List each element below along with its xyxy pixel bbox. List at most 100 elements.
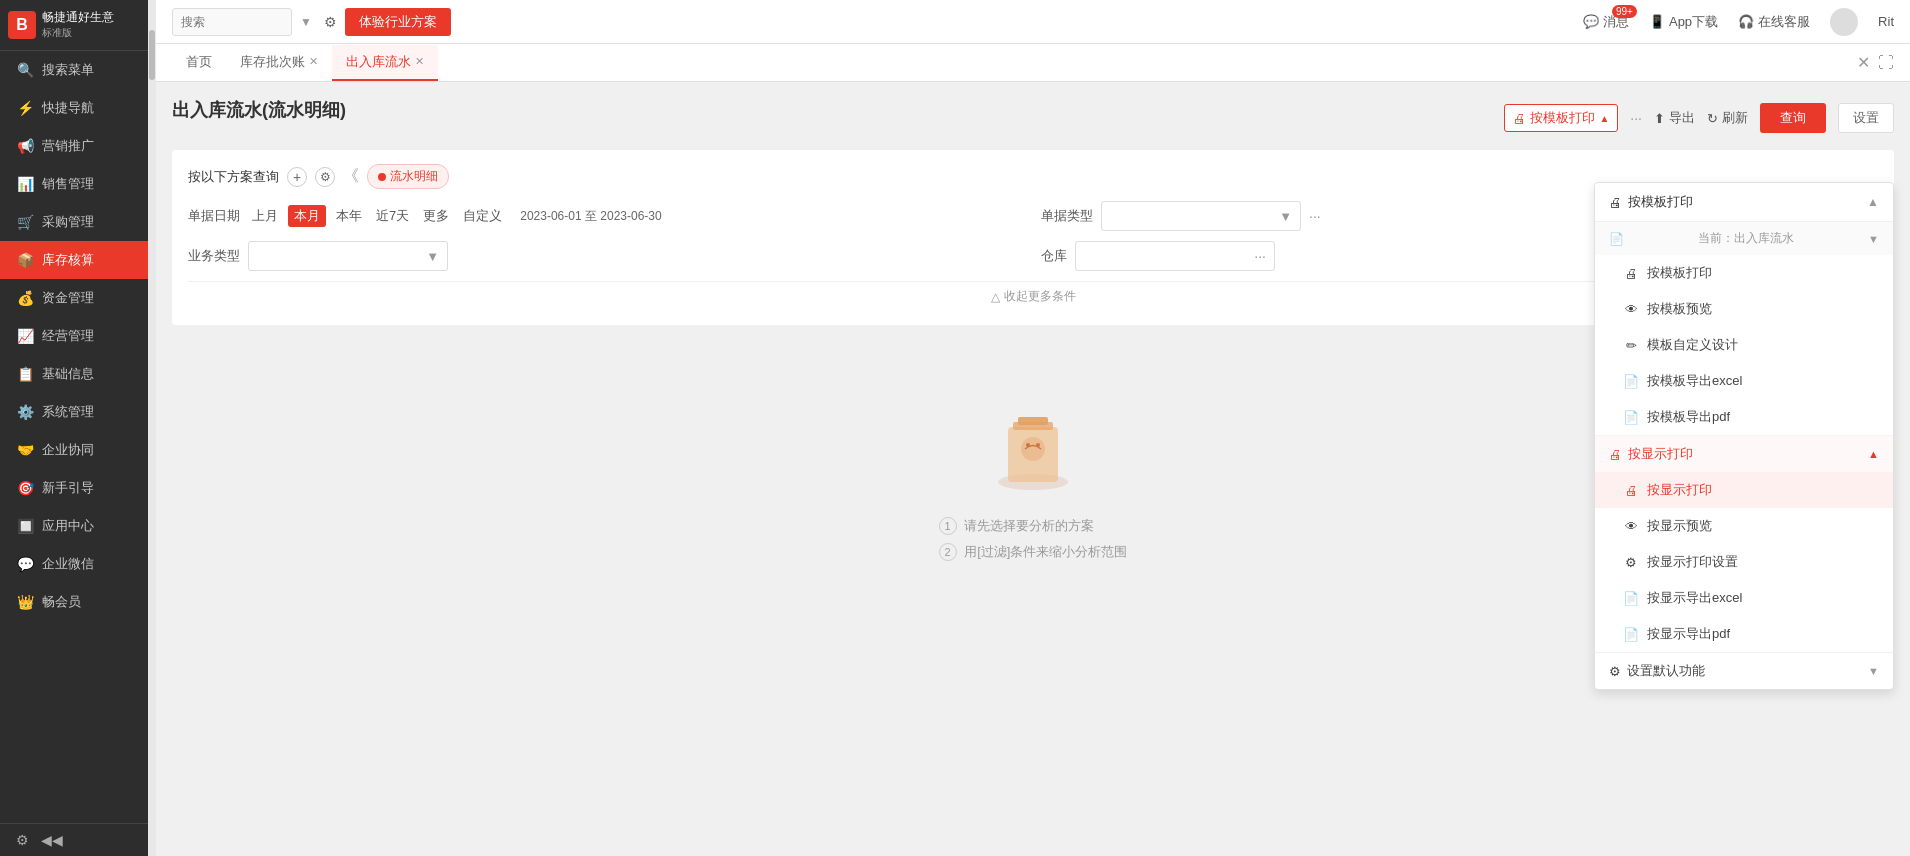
tab-home[interactable]: 首页: [172, 45, 226, 81]
app-title-group: 畅捷通好生意 标准版: [42, 10, 114, 40]
settings-btn[interactable]: 设置: [1838, 103, 1894, 133]
sidebar-settings-icon[interactable]: ⚙: [16, 832, 29, 848]
user-name: Rit: [1878, 14, 1894, 29]
warehouse-more-icon[interactable]: ···: [1254, 248, 1266, 264]
query-btn[interactable]: 查询: [1760, 103, 1826, 133]
display-pdf-icon: 📄: [1623, 626, 1639, 642]
app-download-icon: 📱: [1649, 14, 1665, 29]
dropdown-item-display-export-pdf[interactable]: 📄 按显示导出pdf: [1595, 616, 1893, 652]
filter-business-type-field: 业务类型 ▼: [188, 241, 1025, 271]
dropdown-footer-label: 设置默认功能: [1627, 662, 1705, 680]
template-print-label: 按模板打印: [1647, 264, 1712, 282]
sidebar-item-label: 库存核算: [42, 251, 94, 269]
refresh-icon: ↻: [1707, 111, 1718, 126]
print-template-btn[interactable]: 🖨 按模板打印 ▲: [1504, 104, 1618, 132]
date-option-custom[interactable]: 自定义: [459, 205, 506, 227]
message-btn[interactable]: 💬 消息 99+: [1583, 13, 1629, 31]
dropdown-template-title: 🖨 按模板打印: [1609, 193, 1693, 211]
dropdown-item-display-export-excel[interactable]: 📄 按显示导出excel: [1595, 580, 1893, 616]
refresh-btn[interactable]: ↻ 刷新: [1707, 109, 1748, 127]
footer-arrow: ▼: [1868, 665, 1879, 677]
tab-flow[interactable]: 出入库流水 ✕: [332, 45, 438, 81]
search-icon: 🔍: [16, 61, 34, 79]
sidebar-item-operation[interactable]: 📈 经营管理: [0, 317, 148, 355]
dropdown-display-title: 🖨 按显示打印: [1609, 445, 1693, 463]
sidebar-item-sales[interactable]: 📊 销售管理: [0, 165, 148, 203]
topbar-search-dropdown-icon[interactable]: ▼: [300, 15, 312, 29]
online-service-btn[interactable]: 🎧 在线客服: [1738, 13, 1810, 31]
sidebar-item-enterprise[interactable]: 🤝 企业协同: [0, 431, 148, 469]
sidebar-item-purchase[interactable]: 🛒 采购管理: [0, 203, 148, 241]
tab-batch-close-icon[interactable]: ✕: [309, 55, 318, 68]
filter-doc-type-label: 单据类型: [1041, 207, 1093, 225]
filter-doc-type-select[interactable]: ▼: [1101, 201, 1301, 231]
dropdown-footer[interactable]: ⚙ 设置默认功能 ▼: [1595, 652, 1893, 689]
date-option-prev-month[interactable]: 上月: [248, 205, 282, 227]
tabs-bar: 首页 库存批次账 ✕ 出入库流水 ✕ ✕ ⛶: [156, 44, 1910, 82]
filter-business-type-select[interactable]: ▼: [248, 241, 448, 271]
template-customize-icon: ✏: [1623, 337, 1639, 353]
sidebar-item-system[interactable]: ⚙️ 系统管理: [0, 393, 148, 431]
dropdown-item-display-print-settings[interactable]: ⚙ 按显示打印设置: [1595, 544, 1893, 580]
basic-icon: 📋: [16, 365, 34, 383]
filter-add-btn[interactable]: +: [287, 167, 307, 187]
sidebar-scrollbar[interactable]: [148, 0, 156, 856]
sidebar-item-member[interactable]: 👑 畅会员: [0, 583, 148, 621]
dropdown-item-template-customize[interactable]: ✏ 模板自定义设计: [1595, 327, 1893, 363]
display-print-settings-label: 按显示打印设置: [1647, 553, 1738, 571]
tab-flow-close-icon[interactable]: ✕: [415, 55, 424, 68]
dropdown-item-template-preview[interactable]: 👁 按模板预览: [1595, 291, 1893, 327]
sidebar-item-inventory[interactable]: 📦 库存核算: [0, 241, 148, 279]
window-maximize-icon[interactable]: ⛶: [1878, 54, 1894, 72]
system-icon: ⚙️: [16, 403, 34, 421]
user-avatar[interactable]: [1830, 8, 1858, 36]
date-option-current-month[interactable]: 本月: [288, 205, 326, 227]
dots-btn[interactable]: ···: [1630, 110, 1642, 126]
doc-type-more-icon[interactable]: ···: [1309, 208, 1321, 224]
sidebar-item-basic[interactable]: 📋 基础信息: [0, 355, 148, 393]
window-close-icon[interactable]: ✕: [1857, 53, 1870, 72]
display-preview-icon: 👁: [1623, 518, 1639, 534]
sidebar-item-apps[interactable]: 🔲 应用中心: [0, 507, 148, 545]
filter-collapse-icon[interactable]: 《: [343, 166, 359, 187]
app-download-btn[interactable]: 📱 App下载: [1649, 13, 1718, 31]
filter-settings-btn[interactable]: ⚙: [315, 167, 335, 187]
dropdown-item-display-print[interactable]: 🖨 按显示打印: [1595, 472, 1893, 508]
printer-header-icon: 🖨: [1609, 195, 1622, 210]
topbar-right: 💬 消息 99+ 📱 App下载 🎧 在线客服 Rit: [1583, 8, 1894, 36]
sidebar-item-wechat[interactable]: 💬 企业微信: [0, 545, 148, 583]
dropdown-template-header[interactable]: 🖨 按模板打印 ▲: [1595, 183, 1893, 222]
empty-hint: 1 请先选择要分析的方案 2 用[过滤]条件来缩小分析范围: [939, 513, 1128, 565]
dropdown-item-template-export-excel[interactable]: 📄 按模板导出excel: [1595, 363, 1893, 399]
tab-batch[interactable]: 库存批次账 ✕: [226, 45, 332, 81]
export-btn[interactable]: ⬆ 导出: [1654, 109, 1695, 127]
dropdown-display-header[interactable]: 🖨 按显示打印 ▲: [1595, 436, 1893, 472]
topbar-search-input[interactable]: [172, 8, 292, 36]
dropdown-template-arrow: ▲: [1867, 195, 1879, 209]
sidebar-collapse-icon[interactable]: ◀◀: [41, 832, 63, 848]
empty-hint-2: 2 用[过滤]条件来缩小分析范围: [939, 539, 1128, 565]
sidebar-item-guide[interactable]: 🎯 新手引导: [0, 469, 148, 507]
headset-icon: 🎧: [1738, 14, 1754, 29]
date-option-current-year[interactable]: 本年: [332, 205, 366, 227]
template-export-pdf-label: 按模板导出pdf: [1647, 408, 1730, 426]
dropdown-item-display-preview[interactable]: 👁 按显示预览: [1595, 508, 1893, 544]
sidebar-item-finance[interactable]: 💰 资金管理: [0, 279, 148, 317]
trial-btn[interactable]: 体验行业方案: [345, 8, 451, 36]
topbar-settings-icon[interactable]: ⚙: [324, 14, 337, 30]
filter-active-tag[interactable]: 流水明细: [367, 164, 449, 189]
filter-date-label: 单据日期: [188, 207, 240, 225]
sidebar-item-label: 营销推广: [42, 137, 94, 155]
filter-warehouse-input[interactable]: ···: [1075, 241, 1275, 271]
online-service-label: 在线客服: [1758, 13, 1810, 31]
sidebar-item-quick-nav[interactable]: ⚡ 快捷导航: [0, 89, 148, 127]
app-logo: B: [8, 11, 36, 39]
date-option-more[interactable]: 更多: [419, 205, 453, 227]
dropdown-item-template-print[interactable]: 🖨 按模板打印: [1595, 255, 1893, 291]
empty-hint-1: 1 请先选择要分析的方案: [939, 513, 1128, 539]
display-export-pdf-label: 按显示导出pdf: [1647, 625, 1730, 643]
dropdown-item-template-export-pdf[interactable]: 📄 按模板导出pdf: [1595, 399, 1893, 435]
sidebar-item-marketing[interactable]: 📢 营销推广: [0, 127, 148, 165]
date-option-last-7-days[interactable]: 近7天: [372, 205, 413, 227]
sidebar-item-search[interactable]: 🔍 搜索菜单: [0, 51, 148, 89]
